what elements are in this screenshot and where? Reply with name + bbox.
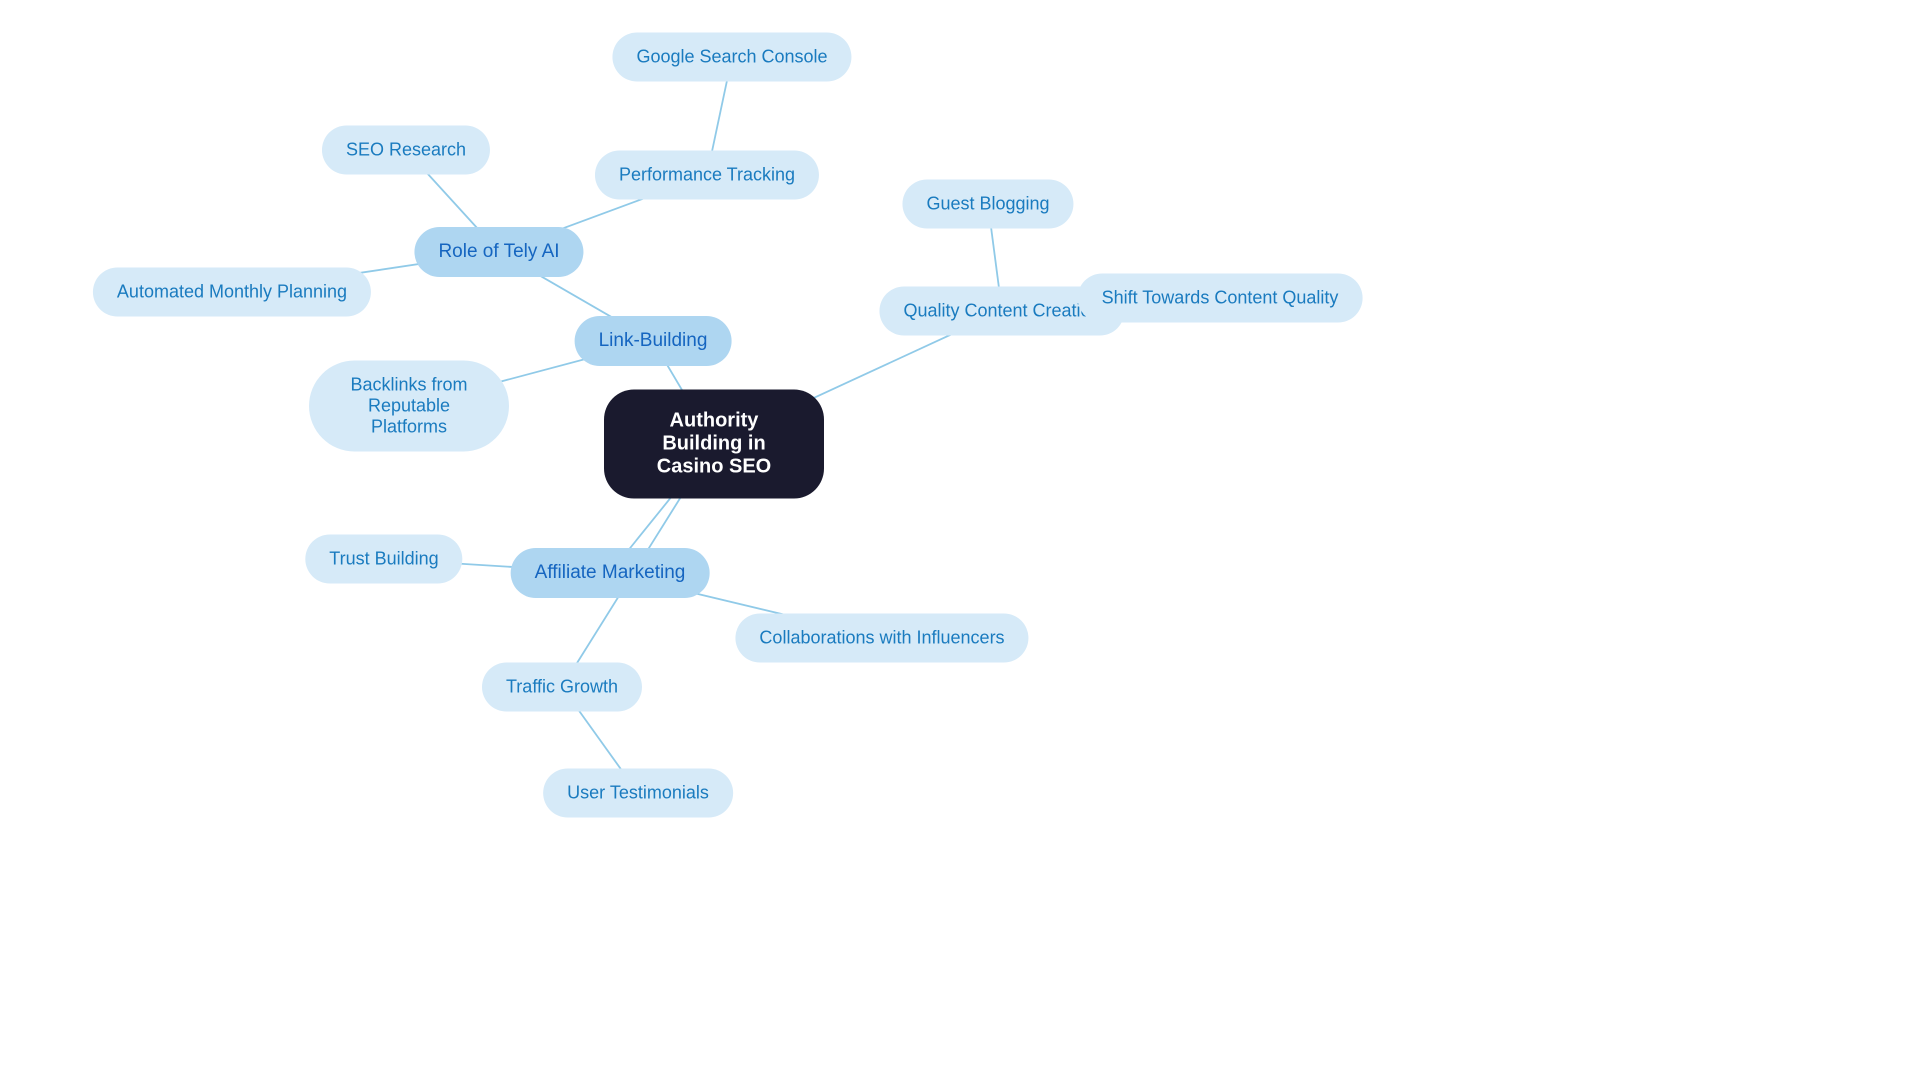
node-traffic-growth[interactable]: Traffic Growth xyxy=(482,663,642,712)
node-trust-building[interactable]: Trust Building xyxy=(305,535,462,584)
node-affiliate-marketing[interactable]: Affiliate Marketing xyxy=(511,548,710,598)
mindmap-canvas: Authority Building in Casino SEO Google S… xyxy=(0,0,1920,1083)
node-link-building[interactable]: Link-Building xyxy=(575,316,732,366)
node-performance-tracking[interactable]: Performance Tracking xyxy=(595,151,819,200)
connections-svg xyxy=(0,0,1920,1083)
node-shift-content-quality[interactable]: Shift Towards Content Quality xyxy=(1078,274,1363,323)
node-google-search-console[interactable]: Google Search Console xyxy=(612,33,851,82)
node-center[interactable]: Authority Building in Casino SEO xyxy=(604,390,824,499)
node-backlinks-reputable[interactable]: Backlinks from Reputable Platforms xyxy=(309,361,509,452)
node-guest-blogging[interactable]: Guest Blogging xyxy=(902,180,1073,229)
node-automated-monthly-planning[interactable]: Automated Monthly Planning xyxy=(93,268,371,317)
node-role-tely-ai[interactable]: Role of Tely AI xyxy=(414,227,583,277)
node-user-testimonials[interactable]: User Testimonials xyxy=(543,769,733,818)
node-collaborations-influencers[interactable]: Collaborations with Influencers xyxy=(735,614,1028,663)
node-seo-research[interactable]: SEO Research xyxy=(322,126,490,175)
